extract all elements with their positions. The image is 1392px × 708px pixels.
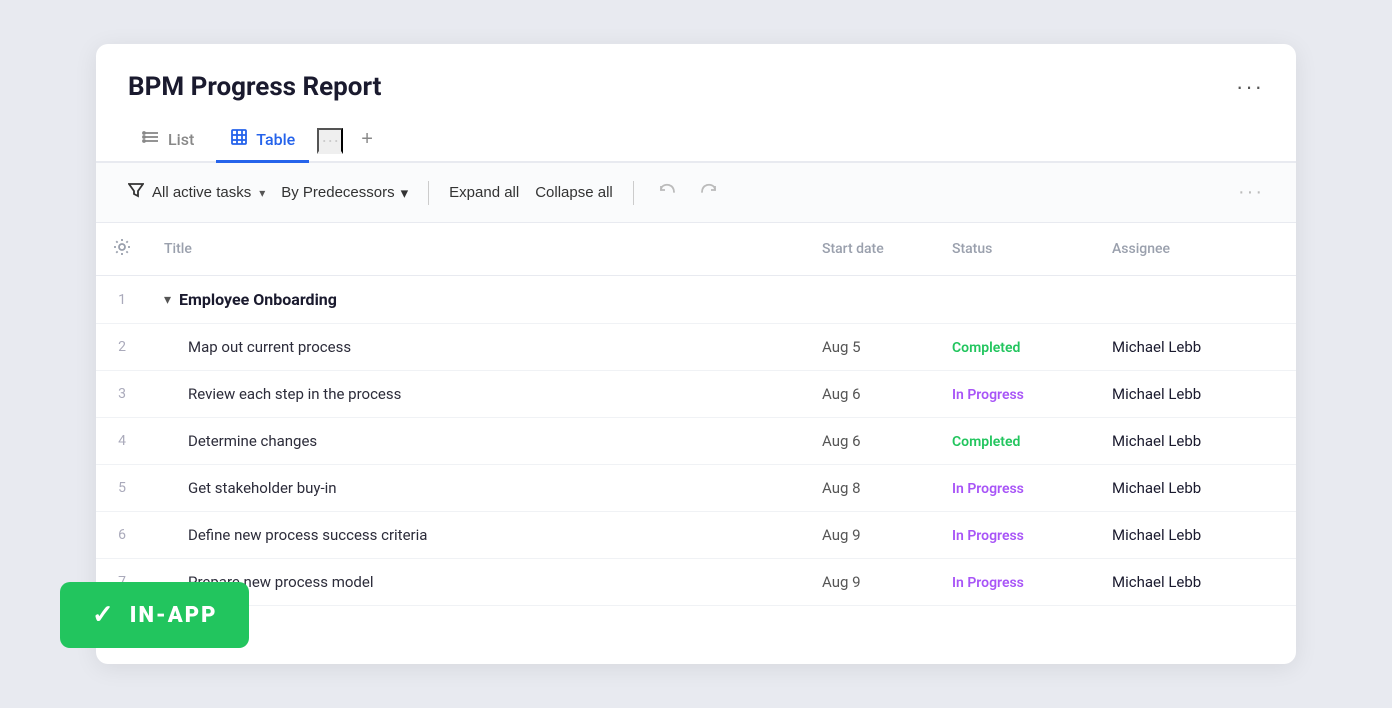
page-title: BPM Progress Report xyxy=(128,72,381,102)
row-assignee-cell: Michael Lebb xyxy=(1096,418,1296,465)
card-header: BPM Progress Report ··· xyxy=(96,44,1296,118)
toolbar-divider xyxy=(428,181,429,205)
table-row[interactable]: 4 Determine changes Aug 6 Completed Michael … xyxy=(96,418,1296,465)
toolbar-divider-2 xyxy=(633,181,634,205)
status-column-header: Status xyxy=(936,223,1096,276)
tab-list[interactable]: List xyxy=(128,118,208,163)
tab-table[interactable]: Table xyxy=(216,118,309,163)
task-title-text: Determine changes xyxy=(164,432,317,450)
row-number: 4 xyxy=(96,418,148,465)
header-more-button[interactable]: ··· xyxy=(1236,74,1264,100)
in-app-badge: ✓ IN-APP xyxy=(60,582,249,648)
task-title-text: Get stakeholder buy-in xyxy=(164,479,337,497)
row-date-cell: Aug 6 xyxy=(806,418,936,465)
row-status-cell: In Progress xyxy=(936,559,1096,606)
status-badge: In Progress xyxy=(952,387,1024,403)
row-date-cell: Aug 8 xyxy=(806,465,936,512)
row-status-cell: In Progress xyxy=(936,512,1096,559)
list-icon xyxy=(142,128,160,150)
row-title-cell: Determine changes xyxy=(148,418,806,465)
row-number: 6 xyxy=(96,512,148,559)
row-status-cell: Completed xyxy=(936,324,1096,371)
row-date-cell: Aug 9 xyxy=(806,512,936,559)
row-title-cell: Get stakeholder buy-in xyxy=(148,465,806,512)
row-number: 3 xyxy=(96,371,148,418)
assignee-column-header: Assignee xyxy=(1096,223,1296,276)
table-icon xyxy=(230,128,248,150)
redo-button[interactable] xyxy=(696,177,722,208)
group-chevron-icon: ▾ xyxy=(401,184,409,202)
toolbar-more-button[interactable]: ··· xyxy=(1238,181,1264,204)
row-number: 5 xyxy=(96,465,148,512)
tab-bar: List Table ··· + xyxy=(96,118,1296,163)
tabs-more-button[interactable]: ··· xyxy=(317,128,343,154)
row-date-cell xyxy=(806,276,936,324)
table-row[interactable]: 7Prepare new process modelAug 9In Progre… xyxy=(96,559,1296,606)
date-column-header: Start date xyxy=(806,223,936,276)
filter-button[interactable]: All active tasks ▾ xyxy=(128,182,265,203)
settings-icon xyxy=(112,245,132,261)
row-status-cell: In Progress xyxy=(936,371,1096,418)
badge-label: IN-APP xyxy=(130,603,218,628)
row-assignee-cell: Michael Lebb xyxy=(1096,465,1296,512)
status-badge: In Progress xyxy=(952,481,1024,497)
row-status-cell: In Progress xyxy=(936,465,1096,512)
main-card: BPM Progress Report ··· List Table xyxy=(96,44,1296,664)
row-assignee-cell: Michael Lebb xyxy=(1096,512,1296,559)
table-row[interactable]: 1 ▾ Employee Onboarding xyxy=(96,276,1296,324)
row-date-cell: Aug 9 xyxy=(806,559,936,606)
status-badge: Completed xyxy=(952,434,1020,450)
row-assignee-cell: Michael Lebb xyxy=(1096,559,1296,606)
table-body: 1 ▾ Employee Onboarding 2 Map out current pr… xyxy=(96,276,1296,606)
settings-column-header[interactable] xyxy=(96,223,148,276)
status-badge: In Progress xyxy=(952,575,1024,591)
undo-button[interactable] xyxy=(654,177,680,208)
group-label: By Predecessors xyxy=(281,184,394,201)
row-title-cell: Review each step in the process xyxy=(148,371,806,418)
tab-list-label: List xyxy=(168,130,194,149)
row-title-cell: Map out current process xyxy=(148,324,806,371)
expand-all-button[interactable]: Expand all xyxy=(449,184,519,201)
tasks-table: Title Start date Status Assignee 1 ▾ Emplo… xyxy=(96,223,1296,606)
filter-icon xyxy=(128,182,144,203)
row-number: 2 xyxy=(96,324,148,371)
row-date-cell: Aug 5 xyxy=(806,324,936,371)
task-title-text: Map out current process xyxy=(164,338,351,356)
filter-label: All active tasks xyxy=(152,184,251,201)
table-row[interactable]: 2 Map out current process Aug 5 Completed Mi… xyxy=(96,324,1296,371)
group-expand-icon[interactable]: ▾ xyxy=(164,292,171,308)
row-date-cell: Aug 6 xyxy=(806,371,936,418)
title-column-header: Title xyxy=(148,223,806,276)
row-title-cell: Define new process success criteria xyxy=(148,512,806,559)
table-container: Title Start date Status Assignee 1 ▾ Emplo… xyxy=(96,223,1296,606)
task-title-text: Review each step in the process xyxy=(164,385,401,403)
row-status-cell xyxy=(936,276,1096,324)
table-row[interactable]: 3 Review each step in the process Aug 6 In … xyxy=(96,371,1296,418)
group-button[interactable]: By Predecessors ▾ xyxy=(281,184,408,202)
filter-chevron-icon: ▾ xyxy=(259,186,265,200)
row-assignee-cell xyxy=(1096,276,1296,324)
task-title-text: Define new process success criteria xyxy=(164,526,427,544)
table-header-row: Title Start date Status Assignee xyxy=(96,223,1296,276)
row-assignee-cell: Michael Lebb xyxy=(1096,324,1296,371)
badge-check-icon: ✓ xyxy=(92,600,116,630)
collapse-all-button[interactable]: Collapse all xyxy=(535,184,613,201)
table-row[interactable]: 5 Get stakeholder buy-in Aug 8 In Progress M… xyxy=(96,465,1296,512)
row-assignee-cell: Michael Lebb xyxy=(1096,371,1296,418)
tabs-add-button[interactable]: + xyxy=(351,120,383,159)
row-title-cell: ▾ Employee Onboarding xyxy=(148,276,806,324)
row-status-cell: Completed xyxy=(936,418,1096,465)
row-number: 1 xyxy=(96,276,148,324)
status-badge: In Progress xyxy=(952,528,1024,544)
status-badge: Completed xyxy=(952,340,1020,356)
tab-table-label: Table xyxy=(256,130,295,149)
toolbar: All active tasks ▾ By Predecessors ▾ Exp… xyxy=(96,163,1296,223)
table-row[interactable]: 6 Define new process success criteria Aug … xyxy=(96,512,1296,559)
group-title-text: Employee Onboarding xyxy=(179,290,337,309)
